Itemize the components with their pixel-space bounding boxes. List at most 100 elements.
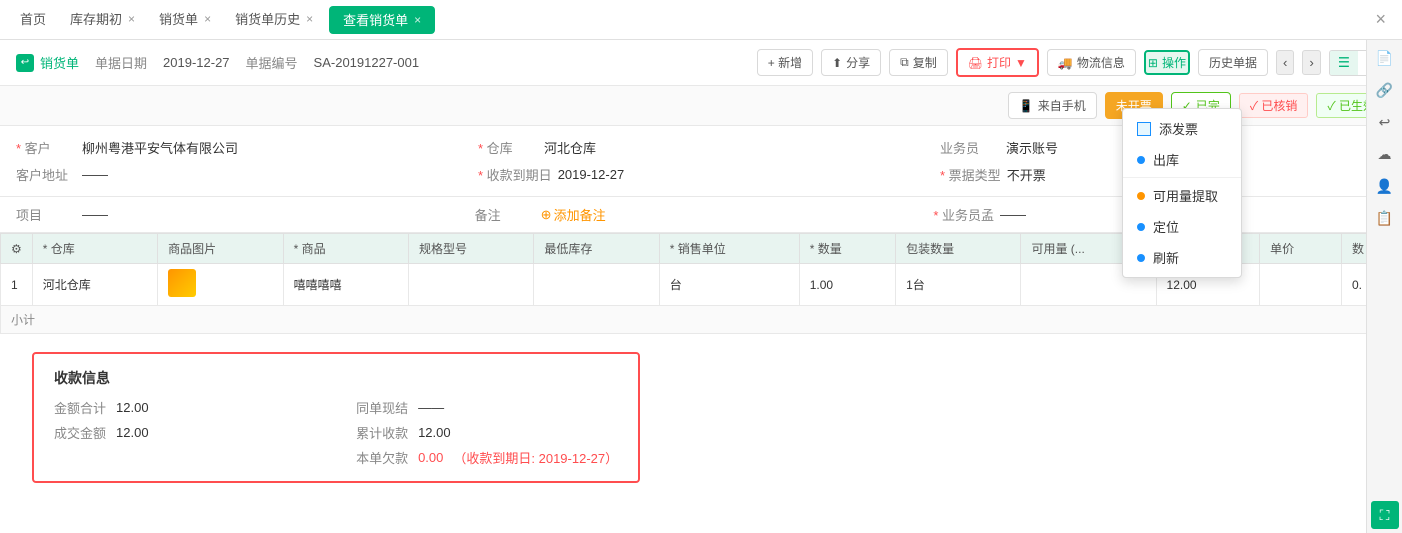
note-label: 备注 (475, 205, 535, 224)
sidebar-cloud-icon[interactable]: ☁ (1371, 140, 1399, 168)
available-qty-item[interactable]: 可用量提取 (1123, 180, 1241, 211)
project-value: —— (82, 207, 108, 222)
add-icon: ⊕ (541, 207, 552, 223)
logistics-icon: 🚚 (1058, 56, 1073, 70)
print-icon: 🖨 (968, 56, 983, 70)
tab-close-inventory[interactable]: × (128, 12, 135, 26)
warehouse-label: 仓库 (478, 138, 538, 157)
new-button[interactable]: + 新增 (757, 49, 813, 76)
row-pack-qty: 1台 (896, 264, 1021, 306)
due-amount-value: 0.00 (418, 450, 443, 465)
payment-info-box: 收款信息 金额合计 12.00 成交金额 12.00 (32, 352, 640, 483)
sidebar-link-icon[interactable]: 🔗 (1371, 76, 1399, 104)
col-gear: ⚙ (1, 234, 33, 264)
mobile-icon: 📱 (1019, 99, 1034, 113)
staff-label: 业务员 (940, 138, 1000, 157)
payment-title: 收款信息 (54, 368, 618, 388)
tab-view-sales[interactable]: 查看销货单 × (329, 6, 435, 34)
cancelled-icon: ✓ (1250, 99, 1258, 113)
payment-section: 收款信息 金额合计 12.00 成交金额 12.00 (0, 334, 1402, 501)
row-spec (408, 264, 533, 306)
sidebar-return-icon[interactable]: ↩ (1371, 108, 1399, 136)
product-image (168, 269, 196, 297)
effective-icon: ✓ (1327, 99, 1335, 113)
logistics-button[interactable]: 🚚 物流信息 (1047, 49, 1136, 76)
tab-inventory-init[interactable]: 库存期初 × (58, 0, 147, 40)
project-field: 项目 —— (16, 205, 469, 224)
doc-icon: ↩ (16, 54, 34, 72)
address-value: —— (82, 167, 108, 182)
sidebar-expand-icon[interactable]: ⛶ (1371, 501, 1399, 529)
next-arrow[interactable]: › (1302, 50, 1320, 75)
doc-header: ↩ 销货单 单据日期 2019-12-27 单据编号 SA-20191227-0… (0, 40, 1402, 86)
doc-title: ↩ 销货单 (16, 53, 79, 72)
due-date-note: （收款到期日: 2019-12-27） (453, 448, 618, 467)
print-button[interactable]: 🖨 打印 ▼ (956, 48, 1039, 77)
share-button[interactable]: ⬆ 分享 (821, 49, 881, 76)
col-product: * 商品 (283, 234, 408, 264)
operation-icon: ⊞ (1148, 56, 1158, 70)
due-date-label: 收款到期日 (478, 165, 552, 184)
tab-close-sales[interactable]: × (204, 12, 211, 26)
number-label: 单据编号 (246, 53, 298, 72)
prev-arrow[interactable]: ‹ (1276, 50, 1294, 75)
tab-close-history[interactable]: × (306, 12, 313, 26)
col-unit: * 销售单位 (659, 234, 799, 264)
deal-amount-row: 成交金额 12.00 (54, 423, 316, 442)
add-invoice-icon (1137, 122, 1151, 136)
window-close-button[interactable]: × (1367, 9, 1394, 30)
amount-total-row: 金额合计 12.00 (54, 398, 316, 417)
number-value: SA-20191227-001 (314, 55, 420, 70)
deal-amount-value: 12.00 (116, 425, 149, 440)
due-date-field: 收款到期日 2019-12-27 (478, 165, 924, 184)
tab-close-view[interactable]: × (414, 13, 421, 27)
tab-sales-order[interactable]: 销货单 × (147, 0, 223, 40)
available-dot (1137, 192, 1145, 200)
row-product: 嘻嘻嘻嘻 (283, 264, 408, 306)
customer-label: 客户 (16, 138, 76, 157)
customer-field: 客户 柳州粤港平安气体有限公司 (16, 138, 462, 157)
row-qty: 1.00 (799, 264, 895, 306)
row-min-stock (534, 264, 659, 306)
print-dropdown-icon: ▼ (1015, 56, 1027, 70)
outbound-dot (1137, 156, 1145, 164)
sidebar-user-icon[interactable]: 👤 (1371, 172, 1399, 200)
warehouse-value: 河北仓库 (544, 138, 596, 157)
refresh-dot (1137, 254, 1145, 262)
right-sidebar: 📄 🔗 ↩ ☁ 👤 📋 ⛶ (1366, 40, 1402, 533)
operation-button[interactable]: ⊞ 操作 (1144, 50, 1190, 75)
address-label: 客户地址 (16, 165, 76, 184)
tab-sales-history[interactable]: 销货单历史 × (223, 0, 325, 40)
staff-value: 演示账号 (1006, 138, 1058, 157)
date-label: 单据日期 (95, 53, 147, 72)
sidebar-clipboard-icon[interactable]: 📋 (1371, 204, 1399, 232)
doc-actions: + 新增 ⬆ 分享 ⧉ 复制 🖨 打印 ▼ 🚚 物流信息 (757, 48, 1386, 77)
total-received-row: 累计收款 12.00 (356, 423, 618, 442)
amount-total-label: 金额合计 (54, 398, 106, 417)
list-view-btn[interactable]: ☰ (1330, 51, 1358, 75)
refresh-item[interactable]: 刷新 (1123, 242, 1241, 273)
row-price (1260, 264, 1342, 306)
col-min-stock: 最低库存 (534, 234, 659, 264)
col-pack-qty: 包装数量 (896, 234, 1021, 264)
add-invoice-item[interactable]: 添发票 (1123, 113, 1241, 144)
add-note-btn[interactable]: ⊕ 添加备注 (541, 205, 606, 224)
history-button[interactable]: 历史单据 (1198, 49, 1268, 76)
copy-button[interactable]: ⧉ 复制 (889, 49, 948, 76)
sidebar-doc-icon[interactable]: 📄 (1371, 44, 1399, 72)
total-received-value: 12.00 (418, 425, 451, 440)
doc-title-text: 销货单 (40, 53, 79, 72)
same-order-label: 同单现结 (356, 398, 408, 417)
tab-home[interactable]: 首页 (8, 0, 58, 40)
note-field: 备注 ⊕ 添加备注 (475, 205, 928, 224)
total-received-label: 累计收款 (356, 423, 408, 442)
cancelled-badge: ✓ 已核销 (1239, 93, 1309, 118)
main-content: ↩ 销货单 单据日期 2019-12-27 单据编号 SA-20191227-0… (0, 40, 1402, 533)
outbound-item[interactable]: 出库 (1123, 144, 1241, 175)
payment-grid: 金额合计 12.00 成交金额 12.00 同单现结 —— (54, 398, 618, 467)
sales-staff-value: —— (1000, 207, 1026, 222)
col-warehouse: * 仓库 (32, 234, 157, 264)
locate-item[interactable]: 定位 (1123, 211, 1241, 242)
due-date-value: 2019-12-27 (558, 167, 625, 182)
from-mobile-btn[interactable]: 📱 来自手机 (1008, 92, 1097, 119)
